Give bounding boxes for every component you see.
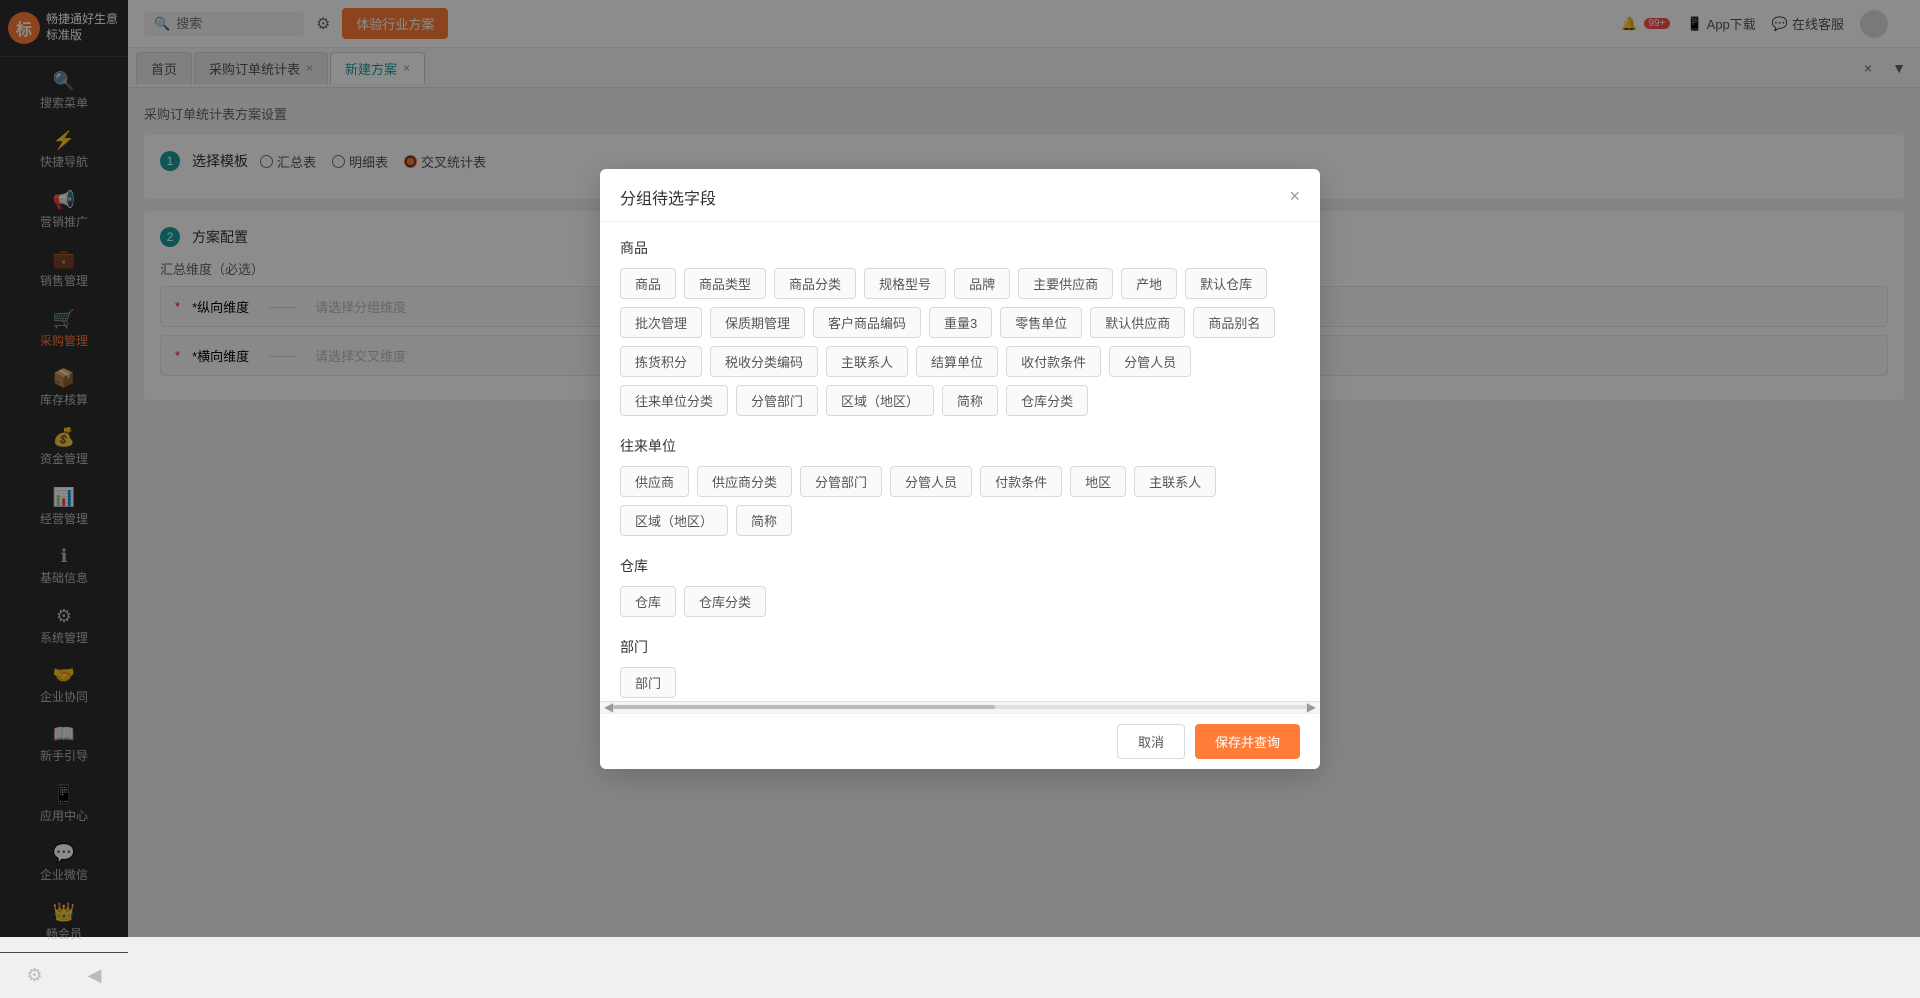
field-chip-商品[interactable]: 商品 — [620, 268, 676, 299]
field-chip-品牌[interactable]: 品牌 — [954, 268, 1010, 299]
hscroll-track — [613, 705, 1307, 709]
field-chip-商品分类[interactable]: 商品分类 — [774, 268, 856, 299]
section-title-往来单位: 往来单位 — [620, 436, 1300, 456]
sidebar-bottom: ⚙ ◀ — [0, 952, 128, 998]
save-button[interactable]: 保存并查询 — [1195, 724, 1300, 759]
field-chip-付款条件[interactable]: 付款条件 — [980, 466, 1062, 497]
field-chip-分管部门[interactable]: 分管部门 — [800, 466, 882, 497]
modal-footer: 取消 保存并查询 — [600, 713, 1320, 769]
field-chip-简称[interactable]: 简称 — [736, 505, 792, 536]
field-chip-规格型号[interactable]: 规格型号 — [864, 268, 946, 299]
field-chip-收付款条件[interactable]: 收付款条件 — [1006, 346, 1101, 377]
field-chip-分管部门[interactable]: 分管部门 — [736, 385, 818, 416]
cancel-button[interactable]: 取消 — [1117, 724, 1185, 759]
field-section-商品: 商品商品商品类型商品分类规格型号品牌主要供应商产地默认仓库批次管理保质期管理客户… — [620, 238, 1300, 416]
field-chip-简称[interactable]: 简称 — [942, 385, 998, 416]
collapse-button[interactable]: ◀ — [84, 961, 106, 990]
field-chip-零售单位[interactable]: 零售单位 — [1000, 307, 1082, 338]
field-chip-部门[interactable]: 部门 — [620, 667, 676, 698]
field-section-仓库: 仓库仓库仓库分类 — [620, 556, 1300, 617]
field-chip-税收分类编码[interactable]: 税收分类编码 — [710, 346, 818, 377]
field-chip-区域（地区）[interactable]: 区域（地区） — [620, 505, 728, 536]
modal-title: 分组待选字段 — [620, 185, 716, 209]
field-chip-仓库分类[interactable]: 仓库分类 — [1006, 385, 1088, 416]
field-chips-部门: 部门 — [620, 667, 1300, 698]
modal-hscroll: ◀ ▶ — [600, 701, 1320, 713]
field-chip-仓库分类[interactable]: 仓库分类 — [684, 586, 766, 617]
field-chip-商品类型[interactable]: 商品类型 — [684, 268, 766, 299]
settings-button[interactable]: ⚙ — [23, 961, 47, 990]
hscroll-thumb — [613, 705, 994, 709]
field-chip-分管人员[interactable]: 分管人员 — [1109, 346, 1191, 377]
field-chip-保质期管理[interactable]: 保质期管理 — [710, 307, 805, 338]
field-chip-重量3[interactable]: 重量3 — [929, 307, 992, 338]
field-chips-往来单位: 供应商供应商分类分管部门分管人员付款条件地区主联系人区域（地区） 简称 — [620, 466, 1300, 536]
modal-body: 商品商品商品类型商品分类规格型号品牌主要供应商产地默认仓库批次管理保质期管理客户… — [600, 222, 1320, 701]
modal: 分组待选字段 × 商品商品商品类型商品分类规格型号品牌主要供应商产地默认仓库批次… — [600, 169, 1320, 769]
field-section-部门: 部门部门 — [620, 637, 1300, 698]
field-chip-默认供应商[interactable]: 默认供应商 — [1090, 307, 1185, 338]
field-chip-商品别名[interactable]: 商品别名 — [1193, 307, 1275, 338]
field-chip-仓库[interactable]: 仓库 — [620, 586, 676, 617]
field-chip-批次管理[interactable]: 批次管理 — [620, 307, 702, 338]
modal-close-button[interactable]: × — [1289, 186, 1300, 207]
section-title-商品: 商品 — [620, 238, 1300, 258]
field-chip-结算单位[interactable]: 结算单位 — [916, 346, 998, 377]
field-chip-主联系人[interactable]: 主联系人 — [826, 346, 908, 377]
field-chip-分管人员[interactable]: 分管人员 — [890, 466, 972, 497]
field-chip-供应商[interactable]: 供应商 — [620, 466, 689, 497]
modal-header: 分组待选字段 × — [600, 169, 1320, 222]
field-chip-地区[interactable]: 地区 — [1070, 466, 1126, 497]
field-section-往来单位: 往来单位供应商供应商分类分管部门分管人员付款条件地区主联系人区域（地区） 简称 — [620, 436, 1300, 536]
field-chip-主联系人[interactable]: 主联系人 — [1134, 466, 1216, 497]
section-title-仓库: 仓库 — [620, 556, 1300, 576]
field-chip-区域（地区）[interactable]: 区域（地区） — [826, 385, 934, 416]
field-chips-仓库: 仓库仓库分类 — [620, 586, 1300, 617]
field-chip-客户商品编码[interactable]: 客户商品编码 — [813, 307, 921, 338]
field-chip-默认仓库[interactable]: 默认仓库 — [1185, 268, 1267, 299]
field-chip-供应商分类[interactable]: 供应商分类 — [697, 466, 792, 497]
field-chip-主要供应商[interactable]: 主要供应商 — [1018, 268, 1113, 299]
field-chip-拣货积分[interactable]: 拣货积分 — [620, 346, 702, 377]
field-chip-往来单位分类[interactable]: 往来单位分类 — [620, 385, 728, 416]
section-title-部门: 部门 — [620, 637, 1300, 657]
field-chip-产地[interactable]: 产地 — [1121, 268, 1177, 299]
modal-overlay[interactable]: 分组待选字段 × 商品商品商品类型商品分类规格型号品牌主要供应商产地默认仓库批次… — [0, 0, 1920, 937]
field-chips-商品: 商品商品类型商品分类规格型号品牌主要供应商产地默认仓库批次管理保质期管理客户商品… — [620, 268, 1300, 416]
